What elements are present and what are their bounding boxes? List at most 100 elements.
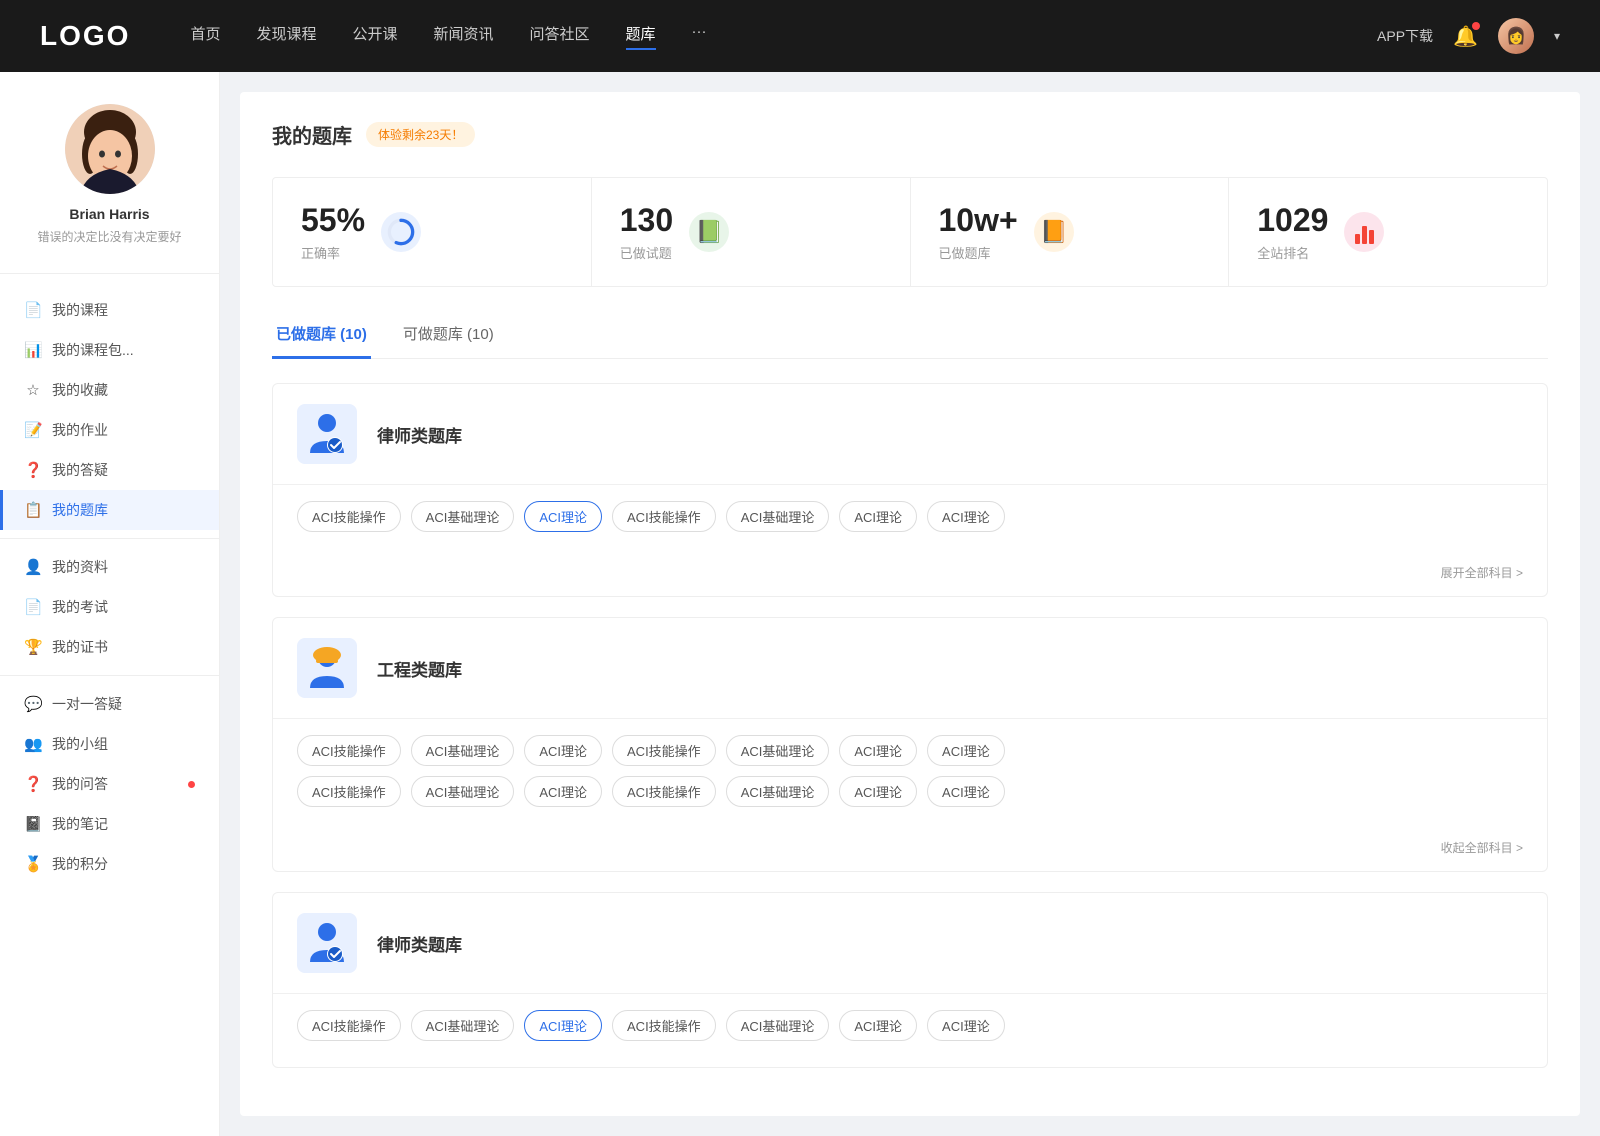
nav-discover[interactable]: 发现课程 <box>256 23 316 50</box>
tags-row-2-1: ACI技能操作 ACI基础理论 ACI理论 ACI技能操作 ACI基础理论 AC… <box>297 735 1523 766</box>
qbank-title-1: 律师类题库 <box>377 422 462 447</box>
tag-2-1-1[interactable]: ACI技能操作 <box>297 735 401 766</box>
qa-icon: ❓ <box>24 461 42 479</box>
main-content: 我的题库 体验剩余23天！ 55% 正确率 130 <box>240 92 1580 1116</box>
tag-2-2-4[interactable]: ACI技能操作 <box>612 776 716 807</box>
tag-2-2-2[interactable]: ACI基础理论 <box>411 776 515 807</box>
notification-bell[interactable]: 🔔 <box>1453 24 1478 49</box>
layout: Brian Harris 错误的决定比没有决定要好 📄 我的课程 📊 我的课程包… <box>0 72 1600 1136</box>
tag-3-2[interactable]: ACI基础理论 <box>411 1010 515 1041</box>
circle-progress-icon <box>386 217 416 247</box>
tag-2-2-7[interactable]: ACI理论 <box>927 776 1005 807</box>
tag-1-3[interactable]: ACI理论 <box>524 501 602 532</box>
one-on-one-icon: 💬 <box>24 695 42 713</box>
qbank-header-3: 律师类题库 <box>273 893 1547 994</box>
sidebar-item-group[interactable]: 👥 我的小组 <box>0 724 219 764</box>
sidebar-item-course-package[interactable]: 📊 我的课程包... <box>0 330 219 370</box>
qbank-body-1: ACI技能操作 ACI基础理论 ACI理论 ACI技能操作 ACI基础理论 AC… <box>273 485 1547 558</box>
nav-qa[interactable]: 问答社区 <box>530 23 590 50</box>
rank-value: 1029 <box>1257 202 1328 239</box>
accuracy-value: 55% <box>301 202 365 239</box>
stat-rank-text: 1029 全站排名 <box>1257 202 1328 262</box>
tag-1-2[interactable]: ACI基础理论 <box>411 501 515 532</box>
nav-question-bank[interactable]: 题库 <box>626 23 656 50</box>
sidebar-item-homework[interactable]: 📝 我的作业 <box>0 410 219 450</box>
sidebar-item-certificate[interactable]: 🏆 我的证书 <box>0 627 219 667</box>
notes-icon: 📓 <box>24 815 42 833</box>
done-questions-value: 130 <box>620 202 673 239</box>
qbank-body-2: ACI技能操作 ACI基础理论 ACI理论 ACI技能操作 ACI基础理论 AC… <box>273 719 1547 833</box>
qbank-lawyer-icon-1 <box>297 404 357 464</box>
stat-accuracy-text: 55% 正确率 <box>301 202 365 262</box>
tab-done-banks[interactable]: 已做题库 (10) <box>272 315 371 359</box>
my-qa-icon: ❓ <box>24 775 42 793</box>
tab-available-banks[interactable]: 可做题库 (10) <box>399 315 498 359</box>
qbank-engineer-icon <box>297 638 357 698</box>
done-questions-icon: 📗 <box>689 212 729 252</box>
page-title: 我的题库 <box>272 120 352 149</box>
sidebar-item-qa[interactable]: ❓ 我的答疑 <box>0 450 219 490</box>
divider3 <box>0 675 219 676</box>
nav-news[interactable]: 新闻资讯 <box>434 23 494 50</box>
accuracy-icon <box>381 212 421 252</box>
tag-3-7[interactable]: ACI理论 <box>927 1010 1005 1041</box>
qbank-lawyer-icon-3 <box>297 913 357 973</box>
nav-home[interactable]: 首页 <box>190 23 220 50</box>
tag-2-2-5[interactable]: ACI基础理论 <box>726 776 830 807</box>
qbank-header-1: 律师类题库 <box>273 384 1547 485</box>
tag-1-6[interactable]: ACI理论 <box>839 501 917 532</box>
tag-3-6[interactable]: ACI理论 <box>839 1010 917 1041</box>
tag-2-2-3[interactable]: ACI理论 <box>524 776 602 807</box>
notification-dot <box>1472 22 1480 30</box>
tag-1-1[interactable]: ACI技能操作 <box>297 501 401 532</box>
sidebar-item-exam[interactable]: 📄 我的考试 <box>0 587 219 627</box>
tag-2-1-2[interactable]: ACI基础理论 <box>411 735 515 766</box>
stat-rank: 1029 全站排名 <box>1229 178 1547 286</box>
sidebar-item-my-qa[interactable]: ❓ 我的问答 <box>0 764 219 804</box>
tag-2-1-6[interactable]: ACI理论 <box>839 735 917 766</box>
tag-2-1-3[interactable]: ACI理论 <box>524 735 602 766</box>
course-package-icon: 📊 <box>24 341 42 359</box>
sidebar-item-profile[interactable]: 👤 我的资料 <box>0 547 219 587</box>
nav-more[interactable]: ··· <box>692 23 707 50</box>
tag-2-1-7[interactable]: ACI理论 <box>927 735 1005 766</box>
expand-btn-1[interactable]: 展开全部科目 > <box>1441 566 1523 580</box>
sidebar: Brian Harris 错误的决定比没有决定要好 📄 我的课程 📊 我的课程包… <box>0 72 220 1136</box>
sidebar-item-notes[interactable]: 📓 我的笔记 <box>0 804 219 844</box>
tag-1-4[interactable]: ACI技能操作 <box>612 501 716 532</box>
tag-2-1-4[interactable]: ACI技能操作 <box>612 735 716 766</box>
accuracy-label: 正确率 <box>301 243 365 262</box>
sidebar-item-one-on-one[interactable]: 💬 一对一答疑 <box>0 684 219 724</box>
app-download-link[interactable]: APP下载 <box>1377 26 1433 46</box>
tag-3-5[interactable]: ACI基础理论 <box>726 1010 830 1041</box>
profile-name: Brian Harris <box>69 206 149 222</box>
done-questions-label: 已做试题 <box>620 243 673 262</box>
qbank-section-1: 律师类题库 ACI技能操作 ACI基础理论 ACI理论 ACI技能操作 ACI基… <box>272 383 1548 597</box>
collapse-btn-2[interactable]: 收起全部科目 > <box>1441 841 1523 855</box>
sidebar-item-favorites[interactable]: ☆ 我的收藏 <box>0 370 219 410</box>
tags-row-1: ACI技能操作 ACI基础理论 ACI理论 ACI技能操作 ACI基础理论 AC… <box>297 501 1523 532</box>
question-bank-tabs: 已做题库 (10) 可做题库 (10) <box>272 315 1548 359</box>
tag-3-3[interactable]: ACI理论 <box>524 1010 602 1041</box>
chevron-down-icon[interactable]: ▾ <box>1554 29 1560 43</box>
stat-done-questions: 130 已做试题 📗 <box>592 178 911 286</box>
profile-avatar <box>65 104 155 194</box>
done-banks-value: 10w+ <box>939 202 1018 239</box>
stat-done-banks: 10w+ 已做题库 📙 <box>911 178 1230 286</box>
sidebar-item-question-bank[interactable]: 📋 我的题库 <box>0 490 219 530</box>
profile-motto: 错误的决定比没有决定要好 <box>37 228 181 245</box>
sidebar-item-course[interactable]: 📄 我的课程 <box>0 290 219 330</box>
tag-1-5[interactable]: ACI基础理论 <box>726 501 830 532</box>
tag-3-4[interactable]: ACI技能操作 <box>612 1010 716 1041</box>
tag-2-1-5[interactable]: ACI基础理论 <box>726 735 830 766</box>
avatar[interactable]: 👩 <box>1498 18 1534 54</box>
tag-3-1[interactable]: ACI技能操作 <box>297 1010 401 1041</box>
qbank-header-2: 工程类题库 <box>273 618 1547 719</box>
page-header: 我的题库 体验剩余23天！ <box>272 120 1548 149</box>
tag-2-2-6[interactable]: ACI理论 <box>839 776 917 807</box>
tag-1-7[interactable]: ACI理论 <box>927 501 1005 532</box>
tag-2-2-1[interactable]: ACI技能操作 <box>297 776 401 807</box>
qbank-section-2: 工程类题库 ACI技能操作 ACI基础理论 ACI理论 ACI技能操作 ACI基… <box>272 617 1548 872</box>
sidebar-item-points[interactable]: 🏅 我的积分 <box>0 844 219 884</box>
nav-opencourse[interactable]: 公开课 <box>352 23 397 50</box>
